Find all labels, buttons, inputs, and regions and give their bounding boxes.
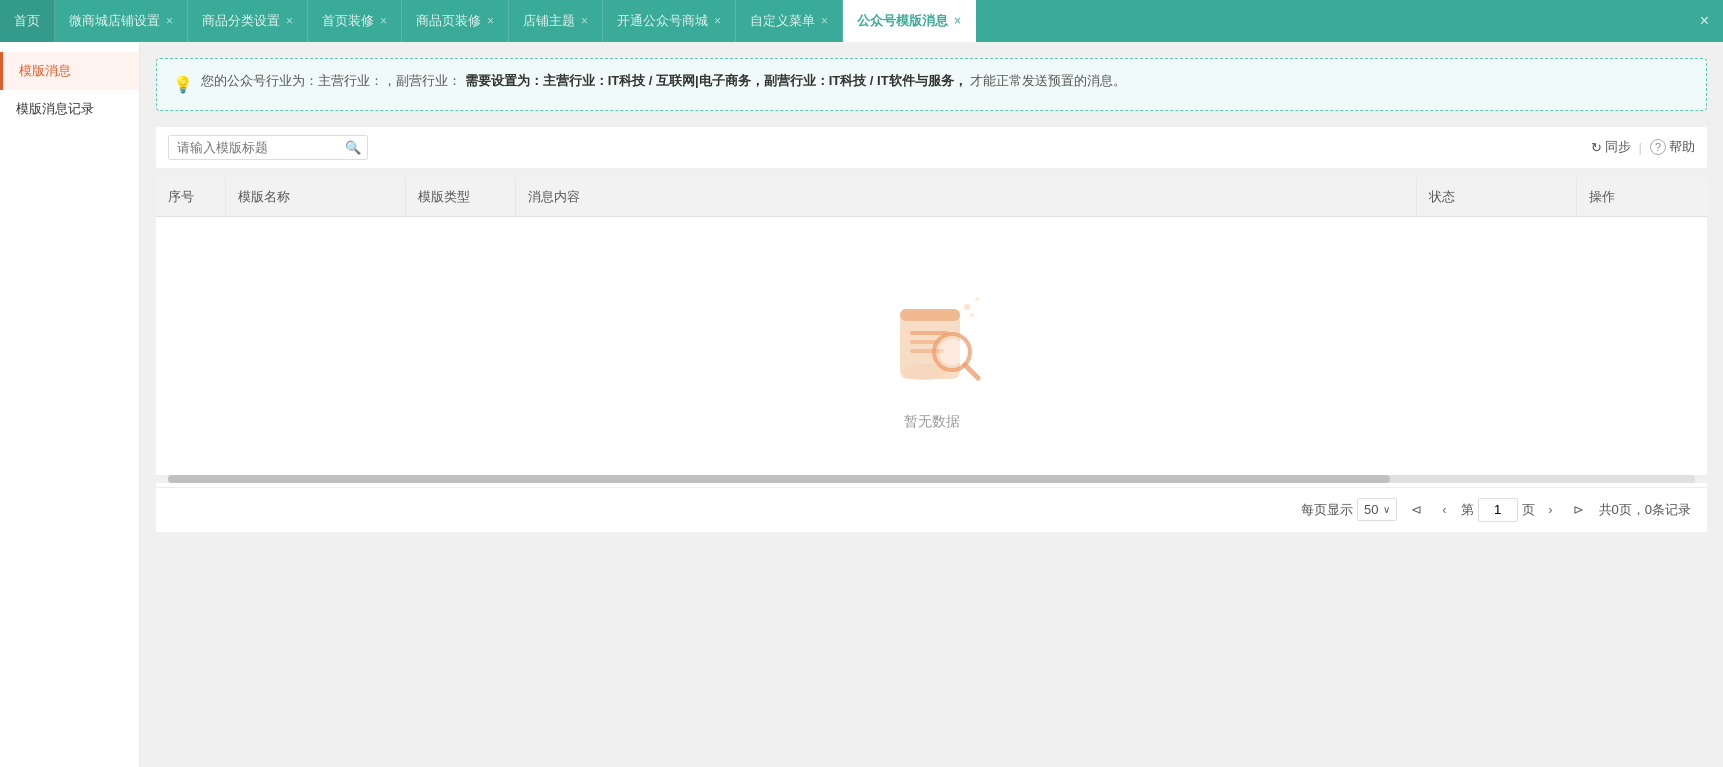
last-page-button[interactable]: ⊳ [1567, 498, 1591, 522]
table-header: 序号 模版名称 模版类型 消息内容 状态 操作 [156, 178, 1707, 217]
empty-text: 暂无数据 [904, 413, 960, 431]
close-tab-store-settings[interactable]: × [166, 14, 173, 28]
svg-point-9 [964, 304, 970, 310]
toolbar: 🔍 ↻ 同步 | ? 帮助 [156, 127, 1707, 168]
help-icon: ? [1650, 139, 1666, 155]
col-index: 序号 [156, 178, 226, 216]
sidebar: 模版消息 模版消息记录 [0, 42, 140, 767]
close-tab-product-decor[interactable]: × [487, 14, 494, 28]
empty-illustration [872, 277, 992, 397]
pagination-bar: 每页显示 50 ∨ ⊲ ‹ 第 页 › ⊳ 共0页，0条记录 [156, 487, 1707, 532]
col-type: 模版类型 [406, 178, 516, 216]
nav-tab-store-settings[interactable]: 微商城店铺设置 × [55, 0, 188, 42]
col-name: 模版名称 [226, 178, 406, 216]
horizontal-scrollbar[interactable] [156, 475, 1707, 483]
page-navigation: ⊲ ‹ 第 页 › ⊳ [1405, 498, 1591, 522]
scrollbar-thumb[interactable] [168, 475, 1390, 483]
close-tab-store-theme[interactable]: × [581, 14, 588, 28]
close-tab-open-mall[interactable]: × [714, 14, 721, 28]
col-content: 消息内容 [516, 178, 1417, 216]
next-page-button[interactable]: › [1539, 498, 1563, 522]
nav-tab-category-settings[interactable]: 商品分类设置 × [188, 0, 308, 42]
nav-tab-product-decor[interactable]: 商品页装修 × [402, 0, 509, 42]
notice-box: 💡 您的公众号行业为：主营行业：，副营行业： 需要设置为：主营行业：IT科技 /… [156, 58, 1707, 111]
nav-tab-home[interactable]: 首页 [0, 0, 55, 42]
sync-button[interactable]: ↻ 同步 [1591, 138, 1631, 156]
svg-rect-5 [910, 349, 944, 353]
top-nav: 首页 微商城店铺设置 × 商品分类设置 × 首页装修 × 商品页装修 × 店铺主… [0, 0, 1723, 42]
col-action: 操作 [1577, 178, 1707, 216]
toolbar-right: ↻ 同步 | ? 帮助 [1591, 138, 1695, 156]
sidebar-item-template-msg-record[interactable]: 模版消息记录 [0, 90, 139, 128]
first-page-button[interactable]: ⊲ [1405, 498, 1429, 522]
close-tab-category-settings[interactable]: × [286, 14, 293, 28]
close-tab-template-msg[interactable]: × [954, 14, 961, 28]
svg-rect-2 [900, 309, 960, 321]
current-page-input[interactable] [1478, 498, 1518, 522]
chevron-down-icon: ∨ [1383, 504, 1390, 515]
sidebar-item-template-msg[interactable]: 模版消息 [0, 52, 139, 90]
svg-point-7 [939, 339, 965, 365]
nav-tab-open-mall[interactable]: 开通公众号商城 × [603, 0, 736, 42]
empty-state: 暂无数据 [156, 217, 1707, 471]
content-area: 💡 您的公众号行业为：主营行业：，副营行业： 需要设置为：主营行业：IT科技 /… [140, 42, 1723, 767]
data-table: 序号 模版名称 模版类型 消息内容 状态 操作 [156, 178, 1707, 532]
scrollbar-track [168, 475, 1695, 483]
notice-icon: 💡 [173, 72, 193, 98]
nav-tab-custom-menu[interactable]: 自定义菜单 × [736, 0, 843, 42]
close-all-button[interactable]: × [1686, 12, 1723, 30]
toolbar-divider: | [1639, 140, 1642, 155]
close-tab-home-decor[interactable]: × [380, 14, 387, 28]
prev-page-button[interactable]: ‹ [1433, 498, 1457, 522]
svg-rect-3 [910, 331, 948, 335]
search-box: 🔍 [168, 135, 368, 160]
sync-icon: ↻ [1591, 140, 1602, 155]
close-tab-custom-menu[interactable]: × [821, 14, 828, 28]
page-size-selector: 每页显示 50 ∨ [1301, 498, 1396, 521]
page-size-select-box[interactable]: 50 ∨ [1357, 498, 1396, 521]
help-button[interactable]: ? 帮助 [1650, 138, 1695, 156]
svg-point-10 [975, 297, 979, 301]
svg-line-8 [965, 365, 978, 378]
search-icon[interactable]: 🔍 [345, 140, 361, 155]
nav-tab-template-msg[interactable]: 公众号模版消息 × [843, 0, 976, 42]
nav-tab-home-decor[interactable]: 首页装修 × [308, 0, 402, 42]
notice-text: 您的公众号行业为：主营行业：，副营行业： 需要设置为：主营行业：IT科技 / 互… [201, 71, 1126, 92]
col-status: 状态 [1417, 178, 1577, 216]
total-records-label: 共0页，0条记录 [1599, 501, 1691, 519]
nav-tab-store-theme[interactable]: 店铺主题 × [509, 0, 603, 42]
main-layout: 模版消息 模版消息记录 💡 您的公众号行业为：主营行业：，副营行业： 需要设置为… [0, 42, 1723, 767]
search-input[interactable] [177, 140, 345, 155]
svg-point-11 [970, 313, 974, 317]
